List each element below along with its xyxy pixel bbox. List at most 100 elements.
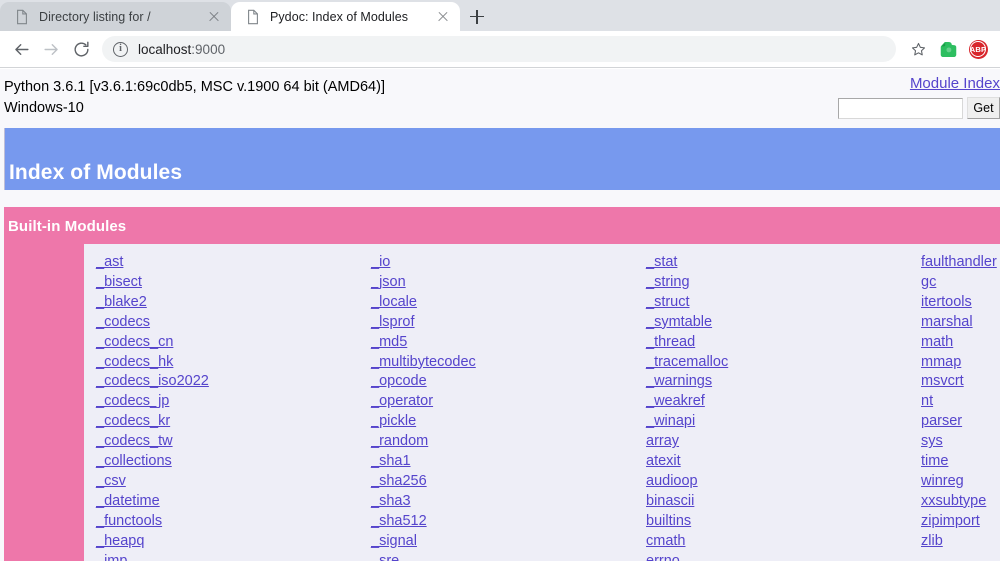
module-link[interactable]: _winapi [646, 412, 921, 432]
module-link[interactable]: _random [371, 432, 646, 452]
module-link[interactable]: _pickle [371, 412, 646, 432]
module-link[interactable]: _symtable [646, 313, 921, 333]
site-info-icon[interactable]: i [113, 41, 128, 57]
module-link[interactable]: binascii [646, 492, 921, 512]
module-link[interactable]: _codecs_tw [96, 432, 371, 452]
module-link[interactable]: _ast [96, 253, 371, 273]
close-icon[interactable] [206, 9, 222, 25]
module-link[interactable]: _tracemalloc [646, 353, 921, 373]
module-link[interactable]: builtins [646, 512, 921, 532]
module-link[interactable]: _datetime [96, 492, 371, 512]
module-link[interactable]: _opcode [371, 372, 646, 392]
banner-spacer [0, 190, 1000, 207]
module-link[interactable]: _signal [371, 532, 646, 552]
module-link[interactable]: parser [921, 412, 1000, 432]
module-link[interactable]: _sha512 [371, 512, 646, 532]
index-banner: Index of Modules [4, 128, 1000, 190]
module-link[interactable]: time [921, 452, 1000, 472]
section-heading: Built-in Modules [8, 218, 127, 235]
module-column-1: _ast _bisect _blake2 _codecs _codecs_cn _code… [96, 253, 371, 561]
module-link[interactable]: _bisect [96, 273, 371, 293]
section-color-rail [4, 244, 84, 561]
module-link[interactable]: xxsubtype [921, 492, 1000, 512]
module-link[interactable]: zipimport [921, 512, 1000, 532]
module-link[interactable]: nt [921, 392, 1000, 412]
module-link[interactable]: _locale [371, 293, 646, 313]
module-link[interactable]: _json [371, 273, 646, 293]
reload-icon[interactable] [66, 34, 96, 64]
document-icon [245, 9, 261, 25]
module-link[interactable]: winreg [921, 472, 1000, 492]
browser-tab-pydoc-index[interactable]: Pydoc: Index of Modules [231, 2, 460, 31]
module-link[interactable]: _codecs_jp [96, 392, 371, 412]
module-link[interactable]: _codecs_cn [96, 333, 371, 353]
module-link[interactable]: marshal [921, 313, 1000, 333]
module-link[interactable]: _multibytecodec [371, 353, 646, 373]
forward-arrow-icon[interactable] [36, 34, 66, 64]
section-built-in-modules: Built-in Modules _ast _bisect _blake2 _code… [4, 207, 1000, 561]
module-link[interactable]: _warnings [646, 372, 921, 392]
tab-strip: Directory listing for / Pydoc: Index of … [0, 0, 1000, 31]
new-tab-button[interactable] [460, 2, 494, 31]
tab-title: Pydoc: Index of Modules [270, 9, 409, 24]
module-link[interactable]: sys [921, 432, 1000, 452]
module-link[interactable]: _codecs_hk [96, 353, 371, 373]
module-link[interactable]: atexit [646, 452, 921, 472]
module-link[interactable]: _io [371, 253, 646, 273]
back-arrow-icon[interactable] [6, 34, 36, 64]
module-link[interactable]: _weakref [646, 392, 921, 412]
module-link[interactable]: _codecs_kr [96, 412, 371, 432]
section-body: _ast _bisect _blake2 _codecs _codecs_cn _code… [4, 244, 1000, 561]
address-bar[interactable]: i localhost:9000 [102, 36, 896, 62]
url-port: :9000 [191, 41, 226, 57]
document-icon [14, 9, 30, 25]
module-link[interactable]: mmap [921, 353, 1000, 373]
module-link[interactable]: gc [921, 273, 1000, 293]
module-column-2: _io _json _locale _lsprof _md5 _multibytecode… [371, 253, 646, 561]
module-link[interactable]: _string [646, 273, 921, 293]
star-icon[interactable] [904, 35, 932, 63]
module-link[interactable]: cmath [646, 532, 921, 552]
module-link[interactable]: _imp [96, 552, 371, 561]
browser-tab-directory-listing[interactable]: Directory listing for / [0, 2, 231, 31]
search-input[interactable] [838, 97, 963, 119]
module-link[interactable]: _struct [646, 293, 921, 313]
browser-toolbar: i localhost:9000 ABP [0, 31, 1000, 68]
pydoc-page: Python 3.6.1 [v3.6.1:69c0db5, MSC v.1900… [0, 69, 1000, 561]
url-host: localhost [138, 41, 192, 57]
module-link[interactable]: _csv [96, 472, 371, 492]
module-link[interactable]: _sha256 [371, 472, 646, 492]
module-link[interactable]: _sre [371, 552, 646, 561]
module-index-link[interactable]: Module Index [838, 75, 1000, 92]
search-form: Get [838, 97, 1000, 119]
module-link[interactable]: zlib [921, 532, 1000, 552]
adblock-plus-extension-icon[interactable]: ABP [964, 35, 992, 63]
module-link[interactable]: _thread [646, 333, 921, 353]
module-link[interactable]: _sha3 [371, 492, 646, 512]
tab-title: Directory listing for / [39, 9, 151, 24]
module-link[interactable]: _lsprof [371, 313, 646, 333]
module-link[interactable]: _blake2 [96, 293, 371, 313]
module-link[interactable]: itertools [921, 293, 1000, 313]
module-link[interactable]: _heapq [96, 532, 371, 552]
module-link[interactable]: _stat [646, 253, 921, 273]
module-link[interactable]: math [921, 333, 1000, 353]
module-link[interactable]: _md5 [371, 333, 646, 353]
close-icon[interactable] [435, 9, 451, 25]
module-link[interactable]: faulthandler [921, 253, 1000, 273]
module-link[interactable]: _codecs [96, 313, 371, 333]
module-link[interactable]: errno [646, 552, 921, 561]
module-link[interactable]: array [646, 432, 921, 452]
url-text: localhost:9000 [138, 42, 225, 57]
get-button[interactable]: Get [967, 97, 1000, 119]
module-link[interactable]: _operator [371, 392, 646, 412]
module-link[interactable]: _sha1 [371, 452, 646, 472]
evernote-extension-icon[interactable] [934, 35, 962, 63]
module-column-3: _stat _string _struct _symtable _thread _trac… [646, 253, 921, 561]
module-link[interactable]: msvcrt [921, 372, 1000, 392]
browser-window: Directory listing for / Pydoc: Index of … [0, 0, 1000, 561]
module-link[interactable]: _codecs_iso2022 [96, 372, 371, 392]
module-link[interactable]: _functools [96, 512, 371, 532]
module-link[interactable]: audioop [646, 472, 921, 492]
module-link[interactable]: _collections [96, 452, 371, 472]
